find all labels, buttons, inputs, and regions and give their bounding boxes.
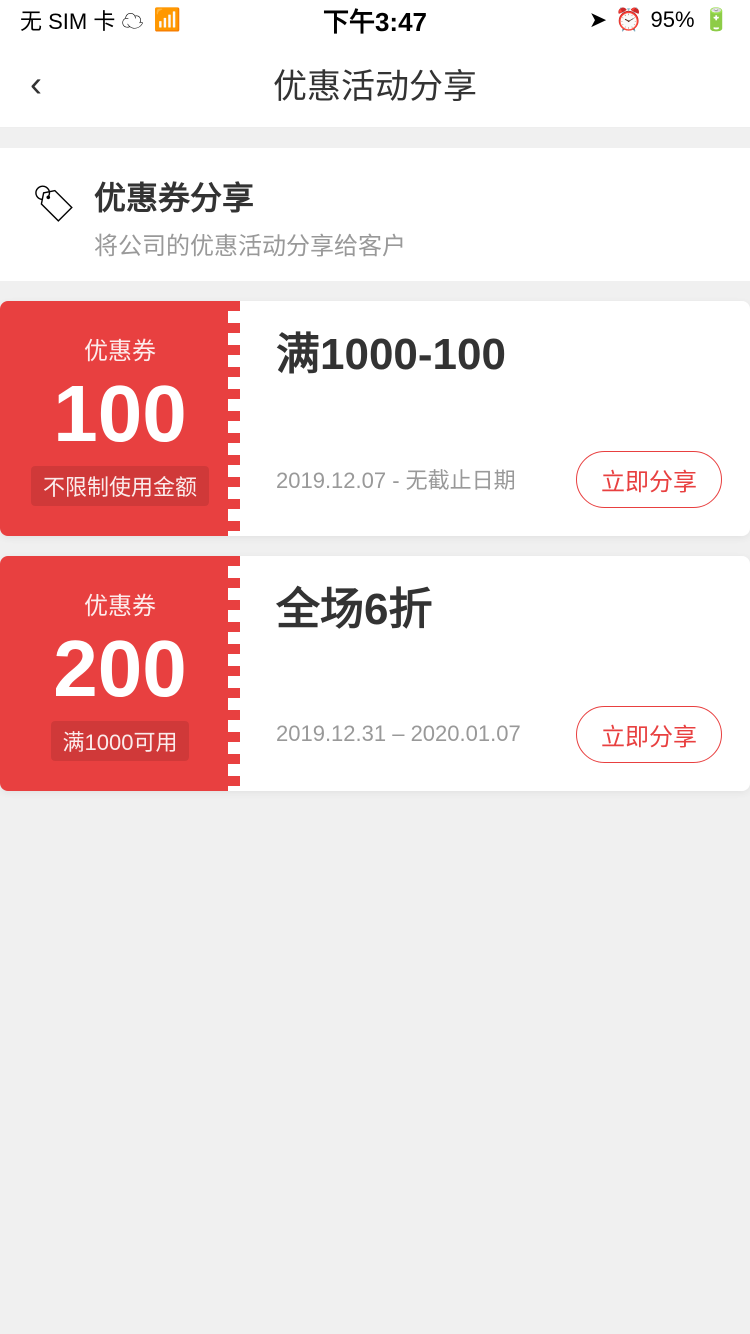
section-desc: 将公司的优惠活动分享给客户 — [94, 226, 406, 261]
coupon-name-1: 满1000-100 — [276, 329, 722, 382]
nav-title: 优惠活动分享 — [273, 59, 477, 108]
status-bar: 无 SIM 卡 ☁ 📶 下午3:47 ➤ ⏰ 95% 🔋 — [0, 0, 750, 40]
empty-area — [0, 811, 750, 1311]
share-button-1[interactable]: 立即分享 — [576, 451, 722, 508]
coupon-label-1: 优惠券 — [84, 331, 156, 366]
coupon-list: 优惠券 100 不限制使用金额 满1000-100 2019.12.07 - 无… — [0, 301, 750, 811]
coupon-left-1: 优惠券 100 不限制使用金额 — [0, 301, 240, 536]
nav-bar: ‹ 优惠活动分享 — [0, 40, 750, 128]
coupon-date-2: 2019.12.31 – 2020.01.07 — [276, 721, 521, 747]
battery-icon: 🔋 — [703, 7, 730, 33]
coupon-left-2: 优惠券 200 满1000可用 — [0, 556, 240, 791]
coupon-bottom-1: 2019.12.07 - 无截止日期 立即分享 — [276, 451, 722, 508]
coupon-label-2: 优惠券 — [84, 586, 156, 621]
coupon-right-1: 满1000-100 2019.12.07 - 无截止日期 立即分享 — [240, 301, 750, 536]
coupon-date-1: 2019.12.07 - 无截止日期 — [276, 463, 516, 495]
coupon-name-2: 全场6折 — [276, 584, 722, 637]
coupon-amount-2: 200 — [53, 629, 186, 709]
section-header: 🏷 优惠券分享 将公司的优惠活动分享给客户 — [0, 148, 750, 281]
section-title: 优惠券分享 — [94, 178, 406, 220]
location-icon: ➤ — [589, 7, 607, 33]
status-left: 无 SIM 卡 ☁ 📶 — [20, 4, 181, 36]
coupon-bottom-2: 2019.12.31 – 2020.01.07 立即分享 — [276, 706, 722, 763]
share-button-2[interactable]: 立即分享 — [576, 706, 722, 763]
coupon-condition-2: 满1000可用 — [51, 721, 190, 761]
coupon-condition-1: 不限制使用金额 — [31, 466, 209, 506]
back-button[interactable]: ‹ — [30, 63, 42, 105]
coupon-amount-1: 100 — [53, 374, 186, 454]
coupon-card-2: 优惠券 200 满1000可用 全场6折 2019.12.31 – 2020.0… — [0, 556, 750, 791]
coupon-card-1: 优惠券 100 不限制使用金额 满1000-100 2019.12.07 - 无… — [0, 301, 750, 536]
alarm-icon: ⏰ — [615, 7, 642, 33]
section-text-block: 优惠券分享 将公司的优惠活动分享给客户 — [94, 178, 406, 261]
no-sim-text: 无 SIM 卡 ☁ — [20, 4, 143, 36]
coupon-icon: 🏷 — [30, 180, 78, 228]
wifi-icon: 📶 — [153, 7, 180, 33]
status-time: 下午3:47 — [323, 2, 427, 39]
battery-text: 95% — [651, 7, 695, 33]
coupon-right-2: 全场6折 2019.12.31 – 2020.01.07 立即分享 — [240, 556, 750, 791]
status-right: ➤ ⏰ 95% 🔋 — [589, 7, 730, 33]
